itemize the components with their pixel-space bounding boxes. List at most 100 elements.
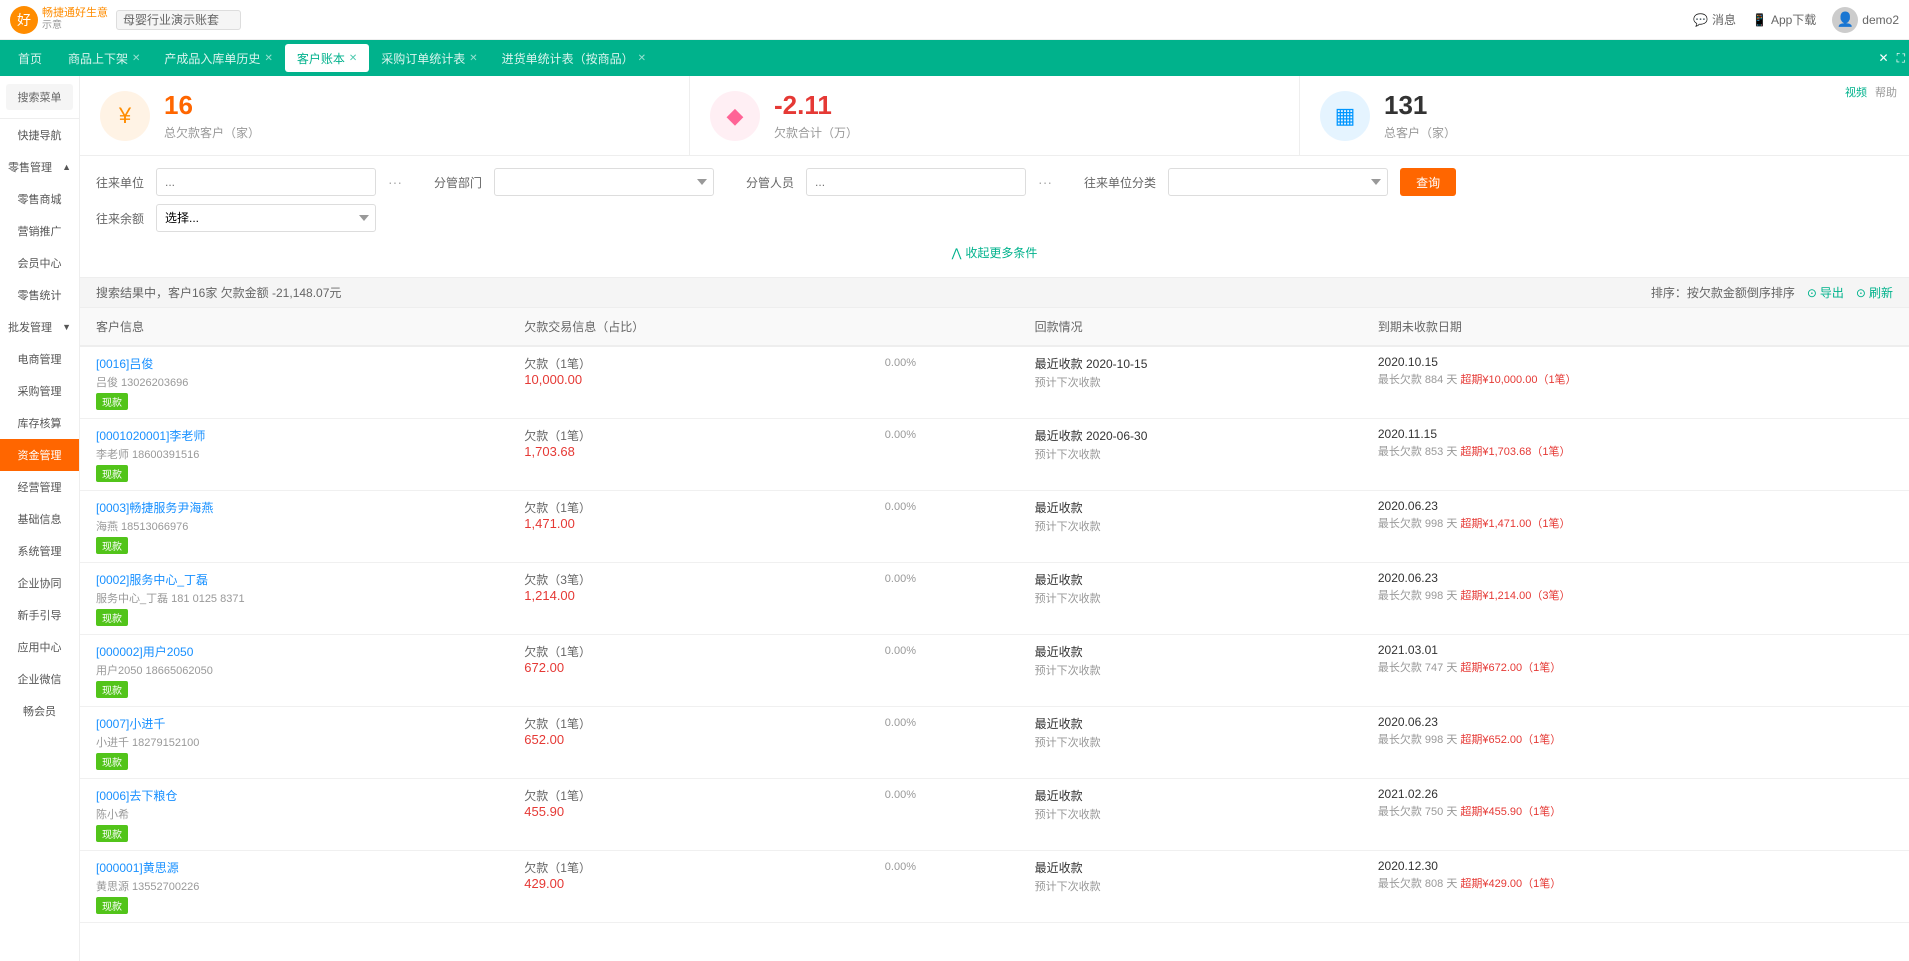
cell-debt-info-1: 欠款（1笔） 1,703.68: [508, 419, 869, 491]
sidebar-item-label: 批发管理: [8, 319, 52, 335]
cell-due-date-5: 2020.06.23 最长欠款 998 天 超期¥652.00（1笔）: [1362, 707, 1909, 779]
debt-amount-2[interactable]: 1,471.00: [524, 516, 853, 531]
debt-amount-7[interactable]: 429.00: [524, 876, 853, 891]
table-row: [000002]用户2050 用户2050 18665062050 现款 欠款（…: [80, 635, 1909, 707]
nav-title: 示意: [42, 20, 108, 32]
tab-products-close[interactable]: ✕: [132, 53, 140, 64]
tab-purchase-close[interactable]: ✕: [469, 53, 477, 64]
debt-amount-3[interactable]: 1,214.00: [524, 588, 853, 603]
cell-percent-5: 0.00%: [869, 707, 1019, 779]
sidebar-item-label: 零售管理: [8, 159, 52, 175]
next-receipt-5: 预计下次收款: [1035, 734, 1346, 750]
customer-name-4[interactable]: [000002]用户2050: [96, 643, 492, 660]
filter-select-balance[interactable]: 选择...: [156, 204, 376, 232]
tab-customer-account[interactable]: 客户账本 ✕: [285, 44, 369, 72]
sidebar-item-retail-mgmt[interactable]: 零售管理 ▲: [0, 151, 79, 183]
filter-select-dept[interactable]: [494, 168, 714, 196]
user-menu-btn[interactable]: 👤 demo2: [1832, 7, 1899, 33]
overdue-amount-4[interactable]: 超期¥672.00（1笔）: [1460, 662, 1561, 674]
sidebar-item-enterprise-wechat[interactable]: 企业微信: [0, 663, 79, 695]
sidebar-item-basic-info[interactable]: 基础信息: [0, 503, 79, 535]
export-btn[interactable]: ⊙ 导出: [1807, 284, 1844, 301]
overdue-days-1: 最长欠款 853 天 超期¥1,703.68（1笔）: [1378, 443, 1893, 459]
sidebar-item-members[interactable]: 会员中心: [0, 247, 79, 279]
tab-products-label: 商品上下架: [68, 50, 128, 67]
customer-name-5[interactable]: [0007]小进千: [96, 715, 492, 732]
debt-amount-4[interactable]: 672.00: [524, 660, 853, 675]
window-maximize-icon[interactable]: ⛶: [1897, 51, 1905, 66]
tab-inbound-close[interactable]: ✕: [638, 53, 646, 64]
overdue-amount-7[interactable]: 超期¥429.00（1笔）: [1460, 878, 1561, 890]
window-close-icon[interactable]: ✕: [1879, 51, 1889, 65]
video-btn[interactable]: 视频: [1845, 84, 1867, 100]
filter-select-category[interactable]: [1168, 168, 1388, 196]
debt-amount-0[interactable]: 10,000.00: [524, 372, 853, 387]
customer-name-2[interactable]: [0003]畅捷服务尹海燕: [96, 499, 492, 516]
sidebar-item-beginner-guide[interactable]: 新手引导: [0, 599, 79, 631]
customer-tag-0: 现款: [96, 393, 128, 410]
tab-home[interactable]: 首页: [4, 44, 56, 72]
filter-collapse-btn[interactable]: ⋀ 收起更多条件: [96, 240, 1893, 265]
filter-label-dept: 分管部门: [434, 174, 482, 191]
tab-warehousing-close[interactable]: ✕: [264, 53, 272, 64]
overdue-amount-2[interactable]: 超期¥1,471.00（1笔）: [1460, 518, 1570, 530]
message-btn[interactable]: 💬 消息: [1693, 11, 1736, 28]
filter-input-unit[interactable]: [156, 168, 376, 196]
debt-amount-1[interactable]: 1,703.68: [524, 444, 853, 459]
overdue-amount-0[interactable]: 超期¥10,000.00（1笔）: [1460, 374, 1576, 386]
customer-contact-7: 黄思源 13552700226: [96, 878, 492, 894]
search-btn[interactable]: 查询: [1400, 168, 1456, 196]
topbar-right: 💬 消息 📱 App下载 👤 demo2: [1693, 7, 1899, 33]
customer-name-0[interactable]: [0016]吕俊: [96, 355, 492, 372]
sidebar-item-inventory[interactable]: 库存核算: [0, 407, 79, 439]
overdue-amount-3[interactable]: 超期¥1,214.00（3笔）: [1460, 590, 1570, 602]
cell-percent-4: 0.00%: [869, 635, 1019, 707]
logo-area: 好 畅捷通好生意 示意: [10, 6, 108, 34]
debt-amount-6[interactable]: 455.90: [524, 804, 853, 819]
tab-warehousing[interactable]: 产成品入库单历史 ✕: [152, 44, 284, 72]
customer-name-6[interactable]: [0006]去下粮仓: [96, 787, 492, 804]
sidebar-item-purchase-mgmt[interactable]: 采购管理: [0, 375, 79, 407]
industry-select[interactable]: 母婴行业演示账套: [116, 10, 241, 30]
tab-products[interactable]: 商品上下架 ✕: [56, 44, 152, 72]
overdue-amount-5[interactable]: 超期¥652.00（1笔）: [1460, 734, 1561, 746]
sidebar-item-sys-mgmt[interactable]: 系统管理: [0, 535, 79, 567]
app-download-btn[interactable]: 📱 App下载: [1752, 11, 1816, 28]
sidebar-item-retail-mall[interactable]: 零售商城: [0, 183, 79, 215]
customer-name-3[interactable]: [0002]服务中心_丁磊: [96, 571, 492, 588]
cell-debt-info-4: 欠款（1笔） 672.00: [508, 635, 869, 707]
sort-label[interactable]: 排序：按欠款金额倒序排序: [1651, 284, 1795, 301]
filter-input-manager[interactable]: [806, 168, 1026, 196]
overdue-amount-1[interactable]: 超期¥1,703.68（1笔）: [1460, 446, 1570, 458]
filter-label-manager: 分管人员: [746, 174, 794, 191]
search-menu-btn[interactable]: 搜索菜单: [6, 84, 73, 110]
overdue-amount-6[interactable]: 超期¥455.90（1笔）: [1460, 806, 1561, 818]
sidebar-item-retail-stats[interactable]: 零售统计: [0, 279, 79, 311]
sidebar-item-wholesale-mgmt[interactable]: 批发管理 ▼: [0, 311, 79, 343]
stat-card3-info: 131 总客户（家）: [1384, 90, 1889, 140]
overdue-days-3: 最长欠款 998 天 超期¥1,214.00（3笔）: [1378, 587, 1893, 603]
sidebar-item-finance-mgmt[interactable]: 资金管理: [0, 439, 79, 471]
help-btn[interactable]: 帮助: [1875, 84, 1897, 100]
sidebar-item-label: 基础信息: [4, 511, 75, 527]
tab-inbound-stats[interactable]: 进货单统计表（按商品） ✕: [490, 44, 658, 72]
tab-customer-close[interactable]: ✕: [349, 53, 357, 64]
sidebar-item-quick-nav[interactable]: 快捷导航: [0, 119, 79, 151]
refresh-btn[interactable]: ⊙ 刷新: [1856, 284, 1893, 301]
sidebar-item-member-pro[interactable]: 畅会员: [0, 695, 79, 727]
customer-name-7[interactable]: [000001]黄思源: [96, 859, 492, 876]
customer-tag-6: 现款: [96, 825, 128, 842]
tab-purchase-stats[interactable]: 采购订单统计表 ✕: [369, 44, 489, 72]
debt-amount-5[interactable]: 652.00: [524, 732, 853, 747]
avatar: 👤: [1832, 7, 1858, 33]
sidebar-item-app-center[interactable]: 应用中心: [0, 631, 79, 663]
cell-percent-1: 0.00%: [869, 419, 1019, 491]
col-repayment: 回款情况: [1019, 308, 1362, 346]
customer-name-1[interactable]: [0001020001]李老师: [96, 427, 492, 444]
due-date-7: 2020.12.30: [1378, 859, 1893, 873]
cell-percent-3: 0.00%: [869, 563, 1019, 635]
sidebar-item-ecom-mgmt[interactable]: 电商管理: [0, 343, 79, 375]
sidebar-item-marketing[interactable]: 营销推广: [0, 215, 79, 247]
sidebar-item-ops-mgmt[interactable]: 经营管理: [0, 471, 79, 503]
sidebar-item-enterprise-collab[interactable]: 企业协同: [0, 567, 79, 599]
